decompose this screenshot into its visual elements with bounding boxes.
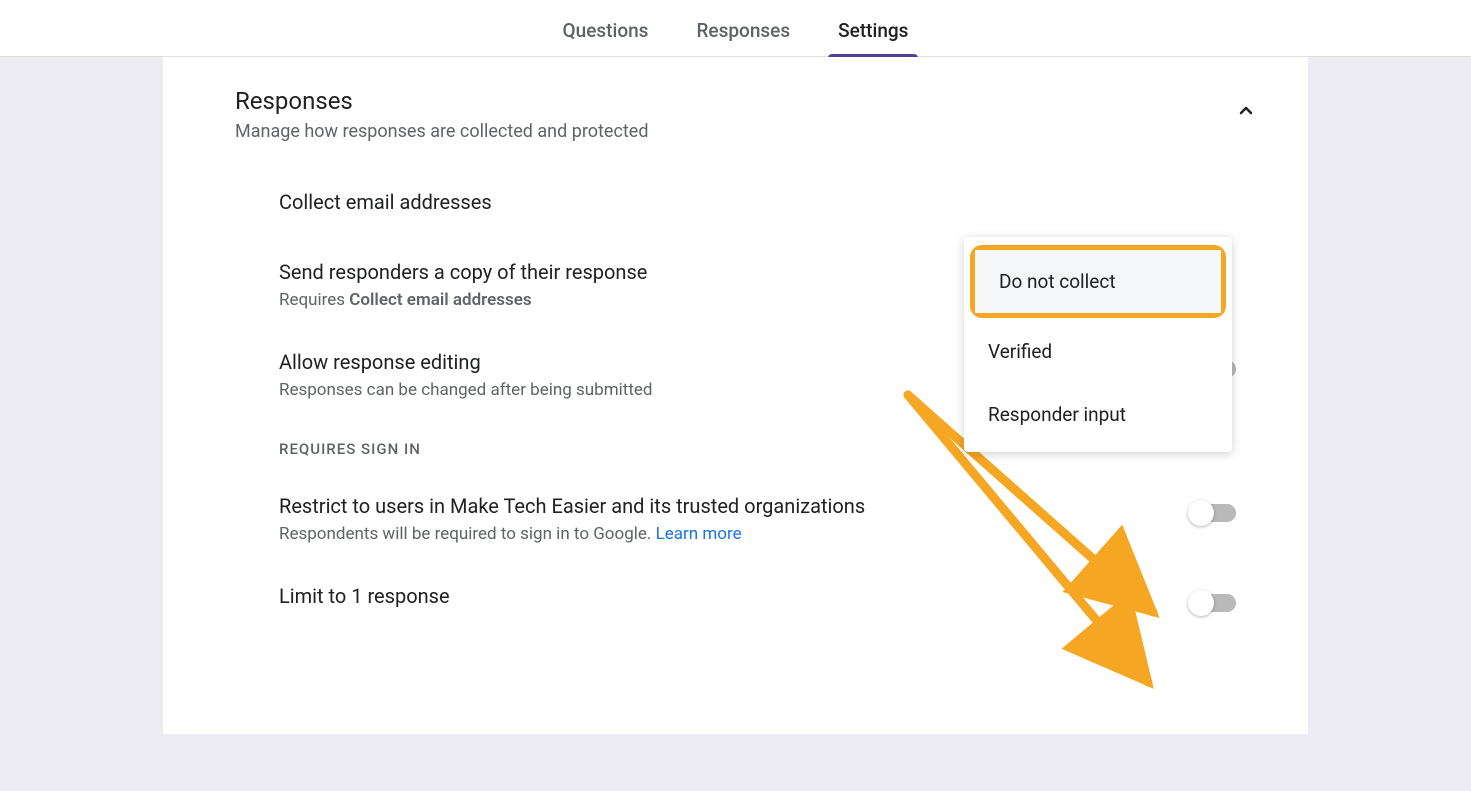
setting-send-copy-sub: Requires Collect email addresses <box>279 290 647 310</box>
learn-more-link[interactable]: Learn more <box>656 524 742 544</box>
annotation-highlight-box: Do not collect <box>970 245 1226 318</box>
collect-email-dropdown: Do not collect Verified Responder input <box>964 237 1232 452</box>
responses-section-header[interactable]: Responses Manage how responses are colle… <box>235 87 1236 142</box>
dropdown-option-verified[interactable]: Verified <box>964 320 1232 383</box>
tab-settings[interactable]: Settings <box>834 19 912 56</box>
header-tabs-bar: Questions Responses Settings <box>0 0 1471 57</box>
setting-restrict: Restrict to users in Make Tech Easier an… <box>279 494 1236 544</box>
tabs-container: Questions Responses Settings <box>559 19 913 56</box>
setting-restrict-title: Restrict to users in Make Tech Easier an… <box>279 494 865 518</box>
setting-restrict-sub: Respondents will be required to sign in … <box>279 524 865 544</box>
section-title: Responses <box>235 87 648 115</box>
setting-limit-title: Limit to 1 response <box>279 584 450 608</box>
setting-send-copy-title: Send responders a copy of their response <box>279 260 647 284</box>
toggle-limit[interactable] <box>1190 594 1236 612</box>
section-header-text: Responses Manage how responses are colle… <box>235 87 648 142</box>
setting-collect-email: Collect email addresses <box>279 190 1236 220</box>
main-area: Responses Manage how responses are colle… <box>0 57 1471 734</box>
tab-questions[interactable]: Questions <box>559 19 653 56</box>
setting-limit: Limit to 1 response <box>279 584 1236 614</box>
section-subtitle: Manage how responses are collected and p… <box>235 121 648 142</box>
toggle-restrict[interactable] <box>1190 504 1236 522</box>
setting-allow-edit-sub: Responses can be changed after being sub… <box>279 380 652 400</box>
dropdown-option-do-not-collect[interactable]: Do not collect <box>975 250 1221 313</box>
settings-card: Responses Manage how responses are colle… <box>163 57 1308 734</box>
setting-allow-edit-title: Allow response editing <box>279 350 652 374</box>
dropdown-option-responder-input[interactable]: Responder input <box>964 383 1232 446</box>
setting-collect-email-title: Collect email addresses <box>279 190 492 214</box>
tab-responses[interactable]: Responses <box>692 19 794 56</box>
chevron-up-icon[interactable] <box>1234 99 1258 127</box>
